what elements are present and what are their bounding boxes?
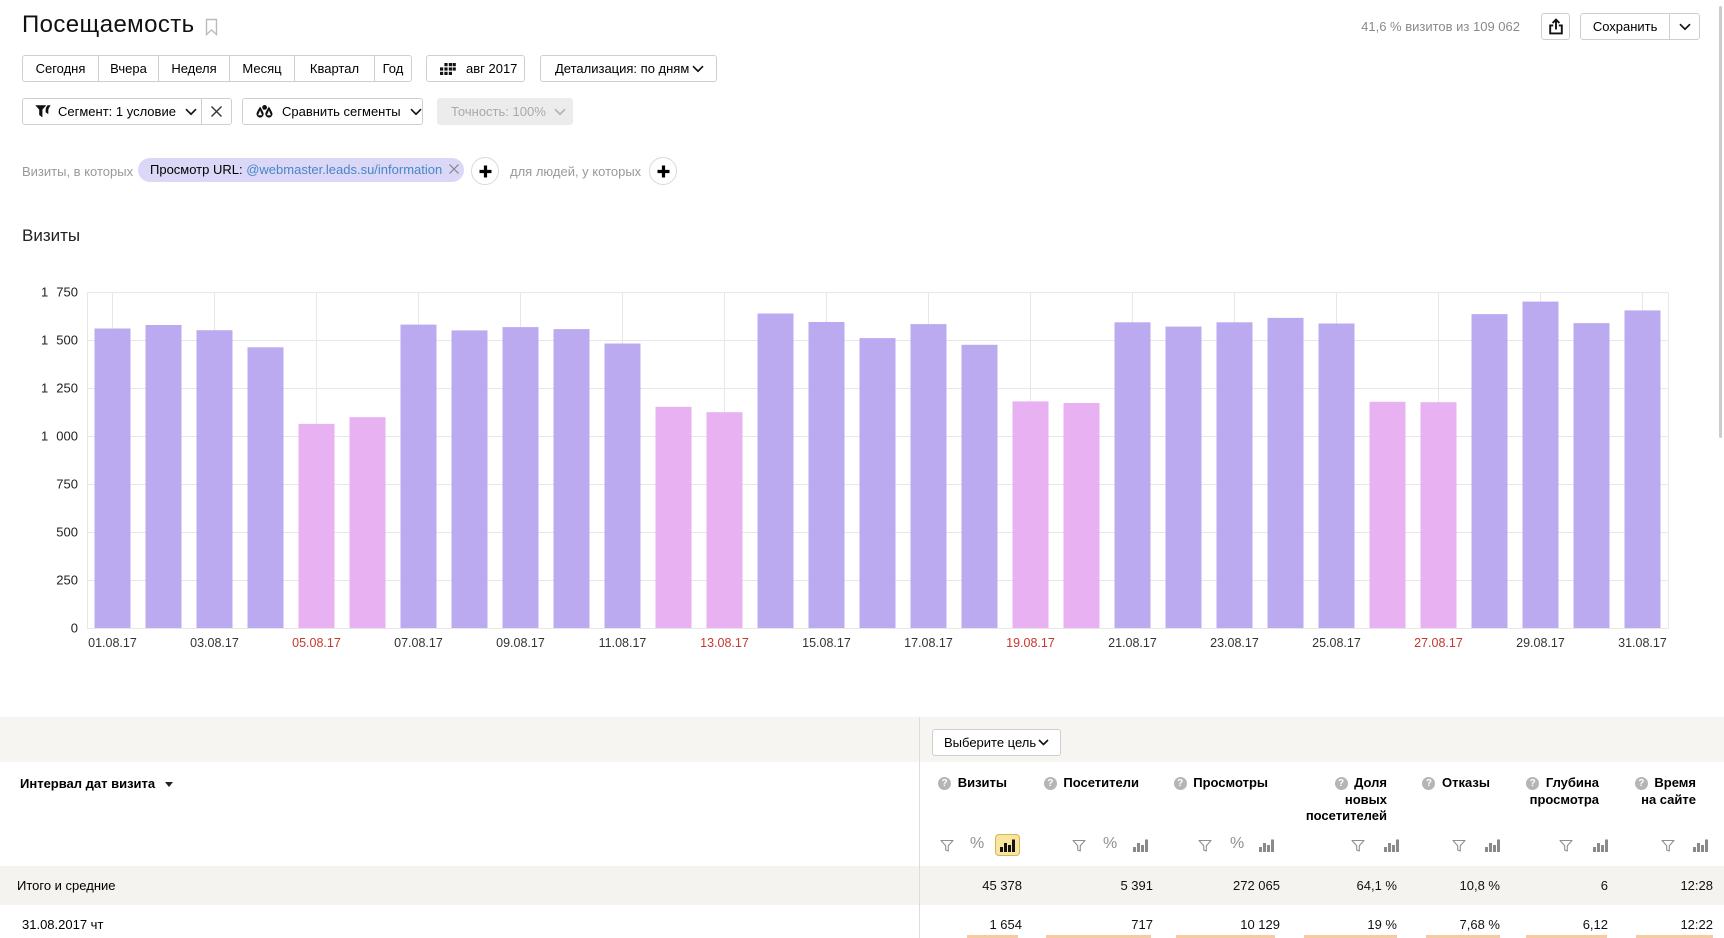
svg-text:01.08.17: 01.08.17 <box>88 636 137 650</box>
svg-text:07.08.17: 07.08.17 <box>394 636 443 650</box>
svg-text:1 750: 1 750 <box>41 285 78 300</box>
svg-text:1 500: 1 500 <box>41 333 78 348</box>
svg-text:27.08.17: 27.08.17 <box>1414 636 1463 650</box>
svg-text:250: 250 <box>56 573 78 588</box>
svg-text:1 250: 1 250 <box>41 381 78 396</box>
svg-text:11.08.17: 11.08.17 <box>599 636 647 650</box>
svg-text:25.08.17: 25.08.17 <box>1312 636 1361 650</box>
svg-text:1 000: 1 000 <box>41 429 78 444</box>
svg-text:31.08.17: 31.08.17 <box>1618 636 1667 650</box>
svg-text:03.08.17: 03.08.17 <box>190 636 239 650</box>
svg-text:13.08.17: 13.08.17 <box>700 636 749 650</box>
svg-text:750: 750 <box>56 477 78 492</box>
svg-text:15.08.17: 15.08.17 <box>802 636 851 650</box>
svg-text:05.08.17: 05.08.17 <box>292 636 341 650</box>
svg-text:0: 0 <box>71 621 78 636</box>
svg-text:23.08.17: 23.08.17 <box>1210 636 1259 650</box>
svg-text:17.08.17: 17.08.17 <box>904 636 953 650</box>
svg-text:09.08.17: 09.08.17 <box>496 636 545 650</box>
svg-text:29.08.17: 29.08.17 <box>1516 636 1565 650</box>
svg-text:19.08.17: 19.08.17 <box>1006 636 1055 650</box>
svg-text:21.08.17: 21.08.17 <box>1108 636 1157 650</box>
svg-text:500: 500 <box>56 525 78 540</box>
